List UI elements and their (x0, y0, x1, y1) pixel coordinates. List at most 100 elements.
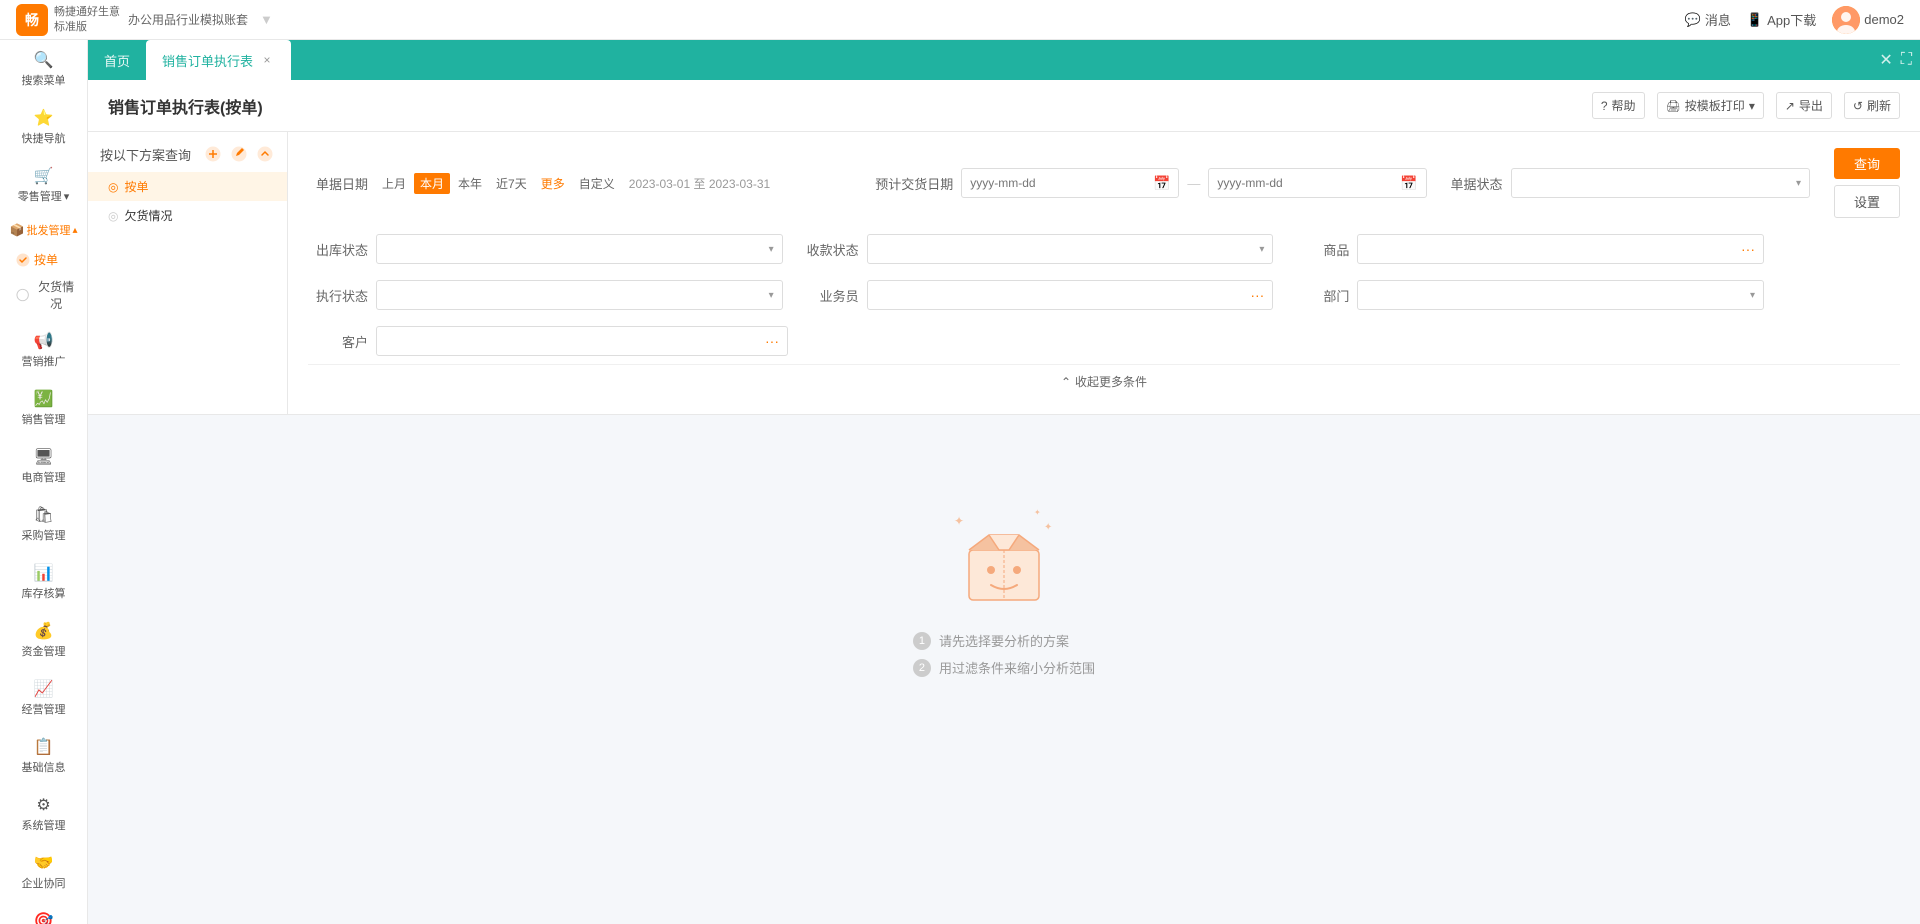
basic-icon: 📋 (0, 737, 87, 757)
sidebar-item-inventory[interactable]: 📊 库存核算 (0, 553, 87, 611)
print-button[interactable]: 🖨 按模板打印 ▾ (1657, 92, 1764, 119)
customer-filter: 客户 ··· (308, 326, 788, 356)
salesperson-filter: 业务员 ··· (799, 280, 1274, 310)
salesperson-input[interactable]: ··· (867, 280, 1274, 310)
tree-item-owed-icon: ◎ (108, 209, 118, 223)
chevron-up-icon: ⌃ (1061, 375, 1071, 389)
tip-text-2: 用过滤条件来缩小分析范围 (939, 658, 1095, 677)
date-btn-last-7days[interactable]: 近7天 (490, 173, 533, 194)
sidebar-item-basic-label: 基础信息 (0, 759, 87, 775)
expected-date-start-input[interactable] (970, 176, 1050, 190)
goods-label: 商品 (1289, 240, 1349, 259)
execution-status-dropdown[interactable]: ▾ (376, 280, 783, 310)
tip-text-1: 请先选择要分析的方案 (939, 631, 1069, 650)
sidebar-item-basic[interactable]: 📋 基础信息 (0, 727, 87, 785)
tip-num-1: 1 (913, 632, 931, 650)
help-button[interactable]: ? 帮助 (1592, 92, 1645, 119)
tab-close-all-icon[interactable]: ✕ (1879, 50, 1892, 70)
refresh-button[interactable]: ↺ 刷新 (1844, 92, 1900, 119)
top-bar-right: 💬 消息 📱 App下载 demo2 (1685, 6, 1904, 34)
sidebar-item-search[interactable]: 🔍 搜索菜单 (0, 40, 87, 98)
expected-date-start[interactable]: 📅 (961, 168, 1179, 198)
goods-more-button[interactable]: ··· (1741, 241, 1755, 257)
status-dropdown-arrow: ▾ (1796, 178, 1801, 189)
tab-close-button[interactable]: × (259, 52, 275, 68)
sales-order-tab-label: 销售订单执行表 (162, 51, 253, 70)
empty-tip-1: 1 请先选择要分析的方案 (913, 631, 1095, 650)
page-content: 销售订单执行表(按单) ? 帮助 🖨 按模板打印 ▾ ↗ (88, 80, 1920, 924)
tree-item-button-order[interactable]: ◎ 按单 (88, 172, 287, 201)
salesperson-more-button[interactable]: ··· (1250, 287, 1264, 303)
logo-icon: 畅 (16, 4, 48, 36)
tab-sales-order[interactable]: 销售订单执行表 × (146, 40, 291, 80)
goods-filter: 商品 ··· (1289, 234, 1764, 264)
calendar-start-icon: 📅 (1153, 175, 1170, 192)
sidebar-wholesale-header[interactable]: 📦 批发管理 ▴ (0, 214, 87, 242)
empty-tips: 1 请先选择要分析的方案 2 用过滤条件来缩小分析范围 (913, 631, 1095, 677)
tab-home[interactable]: 首页 (88, 40, 146, 80)
sidebar-item-search-label: 搜索菜单 (0, 72, 87, 88)
sidebar-item-guide[interactable]: 🎯 新手引导 (0, 901, 87, 924)
collapse-label: 收起更多条件 (1075, 373, 1147, 390)
sidebar-item-finance[interactable]: 💰 资金管理 (0, 611, 87, 669)
department-label: 部门 (1289, 286, 1349, 305)
sidebar-item-wholesale-label: 批发管理 (26, 222, 70, 238)
svg-text:✦: ✦ (1034, 508, 1041, 517)
execution-status-filter: 执行状态 ▾ (308, 280, 783, 310)
sidebar-item-owed[interactable]: 欠货情况 (0, 273, 87, 317)
sidebar-item-quick-nav[interactable]: ⭐ 快捷导航 (0, 98, 87, 156)
status-label: 单据状态 (1443, 174, 1503, 193)
date-btn-last-month[interactable]: 上月 (376, 173, 412, 194)
payment-status-filter: 收款状态 ▾ (799, 234, 1274, 264)
top-bar-left: 畅 畅捷通好生意 标准版 办公用品行业模拟账套 ▼ (16, 4, 277, 36)
date-btn-current-year[interactable]: 本年 (452, 173, 488, 194)
message-button[interactable]: 💬 消息 (1685, 10, 1731, 29)
export-button[interactable]: ↗ 导出 (1776, 92, 1832, 119)
wholesale-icon: 📦 (10, 223, 25, 237)
collapse-more-button[interactable]: ⌃ 收起更多条件 (308, 364, 1900, 398)
goods-input[interactable]: ··· (1357, 234, 1764, 264)
query-button[interactable]: 查询 (1834, 148, 1900, 179)
sidebar-item-purchase[interactable]: 🛍 采购管理 (0, 495, 87, 553)
sidebar-item-button-order[interactable]: 按单 (0, 246, 87, 273)
page-title: 销售订单执行表(按单) (108, 94, 263, 118)
quicknav-icon: ⭐ (0, 108, 87, 128)
empty-state: ✦ ✦ ✦ 1 请先选择要分析的方案 2 用过滤条件来缩小分析范围 (88, 415, 1920, 757)
date-btn-current-month[interactable]: 本月 (414, 173, 450, 194)
customer-input[interactable]: ··· (376, 326, 788, 356)
sidebar-item-sales-label: 销售管理 (0, 411, 87, 427)
date-range-text: 2023-03-01 至 2023-03-31 (629, 175, 770, 192)
user-menu-button[interactable]: demo2 (1832, 6, 1904, 34)
sidebar-item-enterprise[interactable]: 🤝 企业协同 (0, 843, 87, 901)
delivery-status-dropdown[interactable]: ▾ (376, 234, 783, 264)
refresh-icon: ↺ (1853, 99, 1863, 113)
status-dropdown[interactable]: ▾ (1511, 168, 1811, 198)
sidebar-item-marketing[interactable]: 📢 营销推广 (0, 321, 87, 379)
message-icon: 💬 (1685, 12, 1701, 28)
tab-bar: 首页 销售订单执行表 × ✕ ⛶ (88, 40, 1920, 80)
sidebar-item-system[interactable]: ⚙ 系统管理 (0, 785, 87, 843)
collapse-scheme-button[interactable] (255, 144, 275, 164)
expected-date-end-input[interactable] (1217, 176, 1297, 190)
wholesale-submenu: 按单 欠货情况 (0, 242, 87, 321)
sidebar-item-ecommerce[interactable]: 🖥 电商管理 (0, 437, 87, 495)
customer-more-button[interactable]: ··· (765, 333, 779, 349)
add-scheme-button[interactable] (203, 144, 223, 164)
edit-scheme-button[interactable] (229, 144, 249, 164)
settings-button[interactable]: 设置 (1834, 185, 1900, 218)
tab-maximize-icon[interactable]: ⛶ (1901, 51, 1912, 69)
retail-icon: 🛒 (0, 166, 87, 186)
app-download-button[interactable]: 📱 App下载 (1747, 10, 1816, 29)
date-btn-custom[interactable]: 自定义 (573, 173, 621, 194)
sidebar-item-retail[interactable]: 🛒 零售管理 ▾ (0, 156, 87, 214)
department-dropdown[interactable]: ▾ (1357, 280, 1764, 310)
sidebar-item-sales[interactable]: 💹 销售管理 (0, 379, 87, 437)
sidebar-item-operations[interactable]: 📈 经营管理 (0, 669, 87, 727)
expected-date-end[interactable]: 📅 (1208, 168, 1426, 198)
breadcrumb-dropdown-icon[interactable]: ▼ (260, 12, 273, 27)
tree-item-owed[interactable]: ◎ 欠货情况 (88, 201, 287, 230)
page-actions: ? 帮助 🖨 按模板打印 ▾ ↗ 导出 ↺ (1592, 92, 1900, 119)
delivery-status-label: 出库状态 (308, 240, 368, 259)
date-btn-more[interactable]: 更多 (535, 173, 571, 194)
payment-status-dropdown[interactable]: ▾ (867, 234, 1274, 264)
